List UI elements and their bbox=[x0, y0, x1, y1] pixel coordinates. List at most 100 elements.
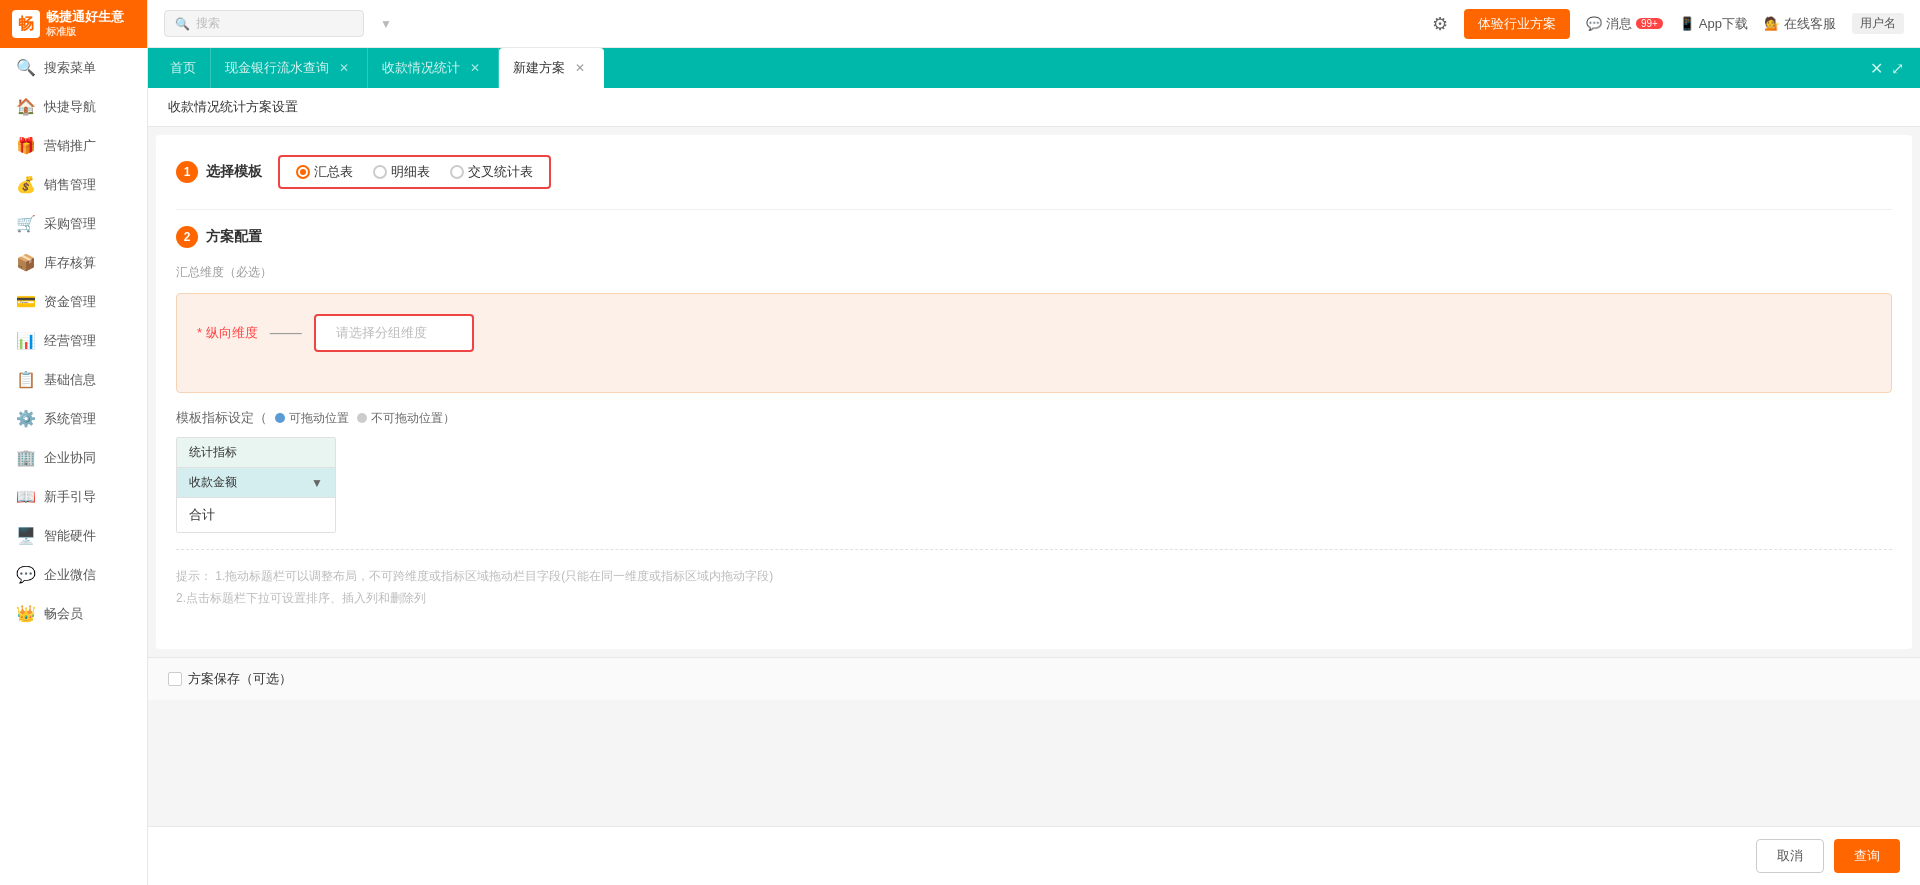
form-container: 1 选择模板 汇总表 明细表 bbox=[156, 135, 1912, 649]
radio-crosstab-dot bbox=[450, 165, 464, 179]
tip-2: 2.点击标题栏下拉可设置排序、插入列和删除列 bbox=[176, 588, 1892, 610]
tab-home-label: 首页 bbox=[170, 59, 196, 77]
sidebar-item-marketing[interactable]: 🎁 营销推广 bbox=[0, 126, 147, 165]
basic-icon: 📋 bbox=[16, 370, 36, 389]
step1-header: 1 选择模板 bbox=[176, 161, 262, 183]
sidebar-item-operation[interactable]: 📊 经营管理 bbox=[0, 321, 147, 360]
logo-icon: 畅 bbox=[12, 10, 40, 38]
indicator-section: 模板指标设定（ 可拖动位置 不可拖动位置） 统计指标 bbox=[176, 409, 1892, 533]
sidebar-item-guide[interactable]: 📖 新手引导 bbox=[0, 477, 147, 516]
cancel-button[interactable]: 取消 bbox=[1756, 839, 1824, 873]
dropdown-area[interactable]: ▼ bbox=[380, 17, 392, 31]
radio-summary-dot bbox=[296, 165, 310, 179]
sidebar-item-wechat[interactable]: 💬 企业微信 bbox=[0, 555, 147, 594]
save-checkbox-item[interactable]: 方案保存（可选） bbox=[168, 670, 292, 688]
indicator-section-label: 模板指标设定（ bbox=[176, 409, 267, 427]
radio-detail-dot bbox=[373, 165, 387, 179]
sidebar-item-finance[interactable]: 💳 资金管理 bbox=[0, 282, 147, 321]
step1-section: 1 选择模板 汇总表 明细表 bbox=[176, 155, 1892, 189]
quick-nav-icon: 🏠 bbox=[16, 97, 36, 116]
tab-bank-flow-label: 现金银行流水查询 bbox=[225, 59, 329, 77]
dimension-selector[interactable]: 请选择分组维度 bbox=[314, 314, 474, 352]
tabs-bar-end: ✕ ⤢ bbox=[1862, 48, 1912, 88]
step2-title: 方案配置 bbox=[206, 228, 262, 246]
header-actions: ⚙ 体验行业方案 💬 消息 99+ 📱 App下载 💁 在线客服 用户名 bbox=[1432, 9, 1904, 39]
dimension-section-label: 汇总维度（必选） bbox=[176, 264, 1892, 281]
sidebar-item-hardware[interactable]: 🖥️ 智能硬件 bbox=[0, 516, 147, 555]
search-menu-icon: 🔍 bbox=[16, 58, 36, 77]
tab-home[interactable]: 首页 bbox=[156, 48, 211, 88]
radio-detail[interactable]: 明细表 bbox=[373, 163, 430, 181]
step2-badge: 2 bbox=[176, 226, 198, 248]
tab-bank-flow-close-icon[interactable]: ✕ bbox=[335, 59, 353, 77]
sidebar-item-label: 采购管理 bbox=[44, 215, 96, 233]
sidebar-item-basic[interactable]: 📋 基础信息 bbox=[0, 360, 147, 399]
search-placeholder: 搜索 bbox=[196, 15, 220, 32]
tab-bank-flow[interactable]: 现金银行流水查询 ✕ bbox=[211, 48, 368, 88]
radio-crosstab[interactable]: 交叉统计表 bbox=[450, 163, 533, 181]
step1-title: 选择模板 bbox=[206, 163, 262, 181]
step2-section: 2 方案配置 汇总维度（必选） * 纵向维度 —— 请选择分组维度 bbox=[176, 209, 1892, 609]
sidebar-item-quick-nav[interactable]: 🏠 快捷导航 bbox=[0, 87, 147, 126]
sidebar-item-member[interactable]: 👑 畅会员 bbox=[0, 594, 147, 633]
maximize-window-icon[interactable]: ⤢ bbox=[1891, 59, 1904, 78]
dropdown-arrow-icon: ▼ bbox=[380, 17, 392, 31]
tab-new-plan-label: 新建方案 bbox=[513, 59, 565, 77]
step2-header: 2 方案配置 bbox=[176, 226, 1892, 248]
column-dropdown-icon: ▼ bbox=[311, 476, 323, 490]
indicator-row-total: 合计 bbox=[177, 498, 335, 532]
dimension-area: * 纵向维度 —— 请选择分组维度 bbox=[176, 293, 1892, 393]
indicator-row-label: 合计 bbox=[189, 507, 215, 522]
sidebar-item-label: 搜索菜单 bbox=[44, 59, 96, 77]
sidebar-item-enterprise[interactable]: 🏢 企业协同 bbox=[0, 438, 147, 477]
movable-toggle: 可拖动位置 bbox=[275, 410, 349, 427]
gear-button[interactable]: ⚙ bbox=[1432, 13, 1448, 35]
system-icon: ⚙️ bbox=[16, 409, 36, 428]
username-display: 用户名 bbox=[1852, 13, 1904, 34]
close-window-icon[interactable]: ✕ bbox=[1870, 59, 1883, 78]
sidebar-item-sales[interactable]: 💰 销售管理 bbox=[0, 165, 147, 204]
message-icon: 💬 bbox=[1586, 16, 1602, 31]
hardware-icon: 🖥️ bbox=[16, 526, 36, 545]
page-content: 收款情况统计方案设置 1 选择模板 汇总表 bbox=[148, 88, 1920, 826]
logo-name: 畅捷通好生意 bbox=[46, 9, 124, 25]
trial-button[interactable]: 体验行业方案 bbox=[1464, 9, 1570, 39]
message-action[interactable]: 💬 消息 99+ bbox=[1586, 15, 1663, 33]
template-radio-group: 汇总表 明细表 交叉统计表 bbox=[278, 155, 551, 189]
sidebar-item-label: 快捷导航 bbox=[44, 98, 96, 116]
service-icon: 💁 bbox=[1764, 16, 1780, 31]
app-download-action[interactable]: 📱 App下载 bbox=[1679, 15, 1748, 33]
sidebar-item-label: 销售管理 bbox=[44, 176, 96, 194]
radio-summary[interactable]: 汇总表 bbox=[296, 163, 353, 181]
search-bar[interactable]: 🔍 搜索 bbox=[164, 10, 364, 37]
sidebar-item-purchase[interactable]: 🛒 采购管理 bbox=[0, 204, 147, 243]
sidebar-item-inventory[interactable]: 📦 库存核算 bbox=[0, 243, 147, 282]
dimension-row: * 纵向维度 —— 请选择分组维度 bbox=[197, 314, 1871, 352]
sidebar-item-system[interactable]: ⚙️ 系统管理 bbox=[0, 399, 147, 438]
guide-icon: 📖 bbox=[16, 487, 36, 506]
app-icon: 📱 bbox=[1679, 16, 1695, 31]
indicator-table-header: 统计指标 bbox=[177, 438, 335, 468]
tab-collection-stat-close-icon[interactable]: ✕ bbox=[466, 59, 484, 77]
sidebar-item-label: 新手引导 bbox=[44, 488, 96, 506]
save-checkbox[interactable] bbox=[168, 672, 182, 686]
sidebar-item-label: 营销推广 bbox=[44, 137, 96, 155]
wechat-icon: 💬 bbox=[16, 565, 36, 584]
customer-service-action[interactable]: 💁 在线客服 bbox=[1764, 15, 1836, 33]
top-header: 🔍 搜索 ▼ ⚙ 体验行业方案 💬 消息 99+ 📱 App下载 💁 在线客服 … bbox=[148, 0, 1920, 48]
tab-collection-stat-label: 收款情况统计 bbox=[382, 59, 460, 77]
sidebar-item-label: 资金管理 bbox=[44, 293, 96, 311]
tab-new-plan-close-icon[interactable]: ✕ bbox=[571, 59, 589, 77]
indicator-column-label: 收款金额 bbox=[189, 474, 237, 491]
indicator-column-header[interactable]: 收款金额 ▼ bbox=[177, 468, 335, 498]
member-icon: 👑 bbox=[16, 604, 36, 623]
radio-summary-label: 汇总表 bbox=[314, 163, 353, 181]
tab-collection-stat[interactable]: 收款情况统计 ✕ bbox=[368, 48, 499, 88]
tab-new-plan[interactable]: 新建方案 ✕ bbox=[499, 48, 604, 88]
query-button[interactable]: 查询 bbox=[1834, 839, 1900, 873]
sidebar-item-search-menu[interactable]: 🔍 搜索菜单 bbox=[0, 48, 147, 87]
radio-detail-label: 明细表 bbox=[391, 163, 430, 181]
sidebar-item-label: 系统管理 bbox=[44, 410, 96, 428]
step1-badge: 1 bbox=[176, 161, 198, 183]
main-area: 🔍 搜索 ▼ ⚙ 体验行业方案 💬 消息 99+ 📱 App下载 💁 在线客服 … bbox=[148, 0, 1920, 885]
